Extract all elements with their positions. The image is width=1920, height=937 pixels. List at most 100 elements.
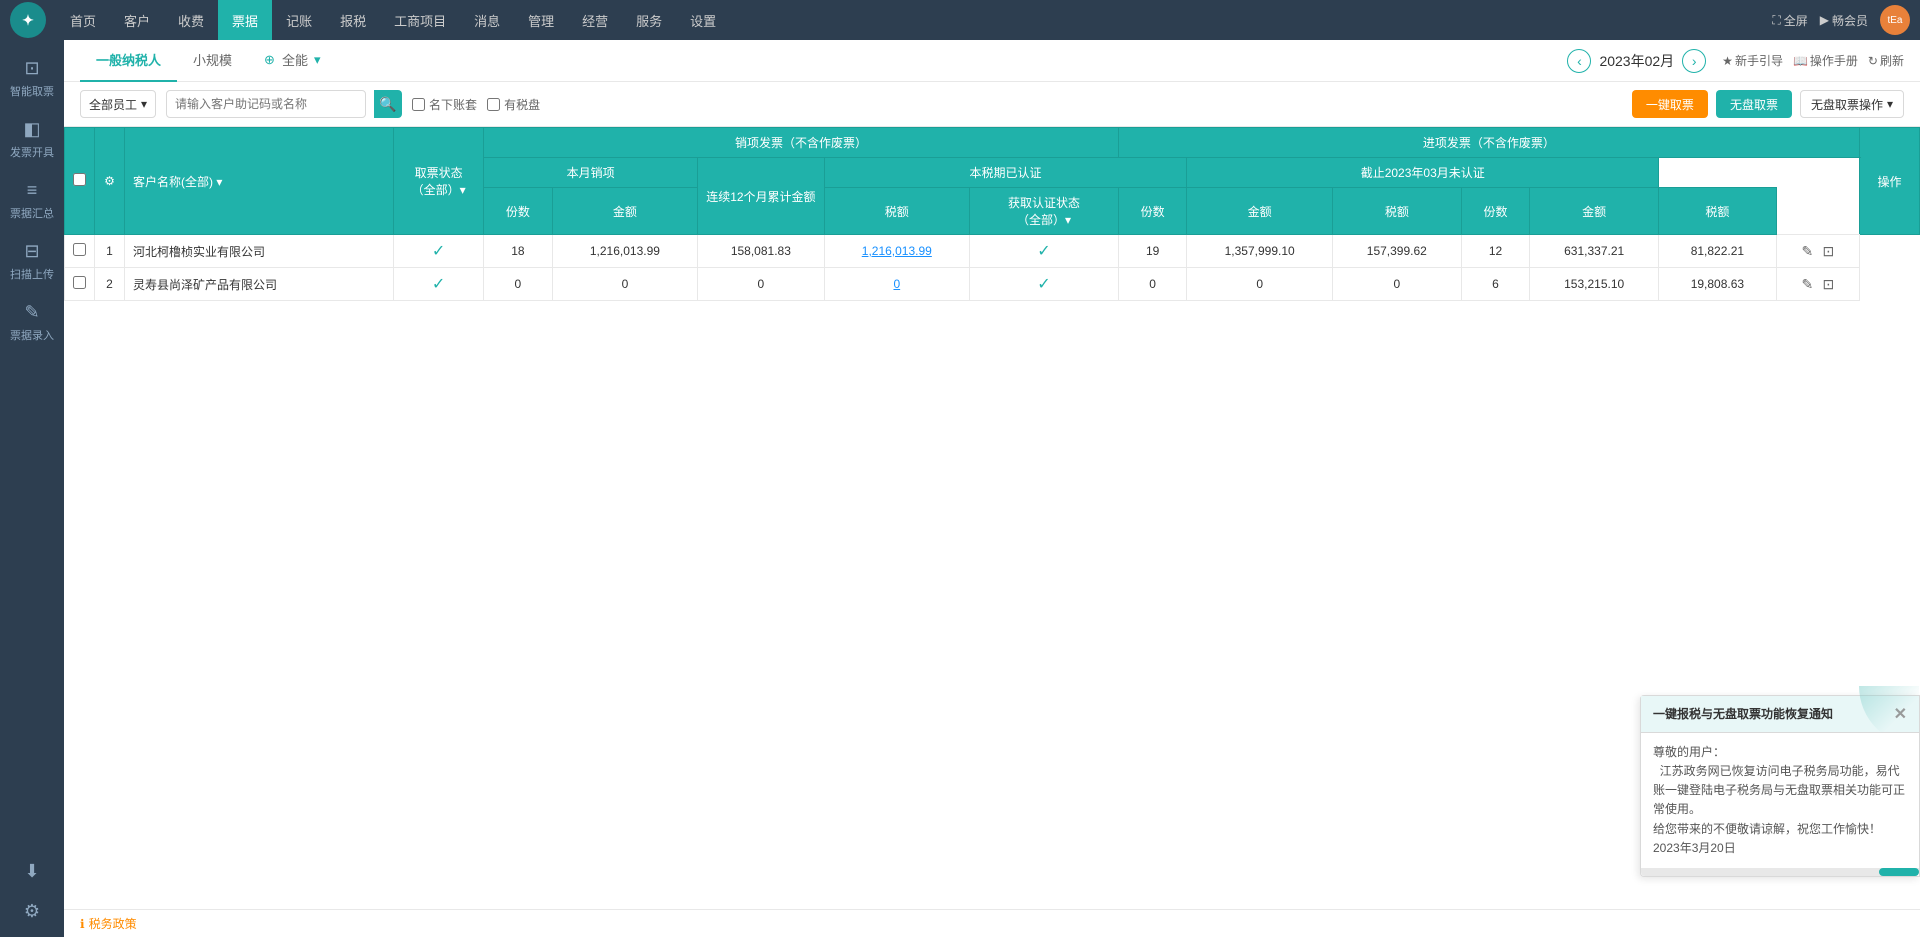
invoice-entry-icon: ✎ xyxy=(24,302,39,323)
search-button[interactable]: 🔍 xyxy=(374,90,402,118)
fullscreen-button[interactable]: ⛶ 全屏 xyxy=(1772,12,1807,29)
fetch-status-header: 取票状态（全部）▾ xyxy=(394,128,484,235)
cert-amount-cell: 1,357,999.10 xyxy=(1187,235,1333,268)
nav-manage[interactable]: 管理 xyxy=(514,0,568,40)
cert-tax-header: 税额 xyxy=(1332,188,1461,235)
nav-service[interactable]: 服务 xyxy=(622,0,676,40)
search-input-wrapper xyxy=(166,90,366,118)
row-checkbox[interactable] xyxy=(65,268,95,301)
fetch-status-cell: ✓ xyxy=(394,268,484,301)
uncert-tax-cell: 81,822.21 xyxy=(1659,235,1777,268)
checkbox-own-accounts[interactable]: 名下账套 xyxy=(412,96,477,113)
current-date: 2023年02月 xyxy=(1599,51,1674,71)
table-row: 2 灵寿县尚泽矿产品有限公司 ✓ 0 0 0 0 ✓ 0 0 0 6 153,2… xyxy=(65,268,1920,301)
cumulative-cell: 1,216,013.99 xyxy=(824,235,970,268)
checkbox-all-header[interactable] xyxy=(65,128,95,235)
cert-amount-cell: 0 xyxy=(1187,268,1333,301)
next-month-button[interactable]: › xyxy=(1682,49,1706,73)
customer-name-cell: 河北柯橹桢实业有限公司 xyxy=(125,235,394,268)
nav-settings[interactable]: 设置 xyxy=(676,0,730,40)
new-guide-button[interactable]: ★ 新手引导 xyxy=(1722,52,1783,69)
tab-small-scale[interactable]: 小规模 xyxy=(177,40,248,82)
download-icon[interactable]: ⬇ xyxy=(16,855,48,887)
refresh-button[interactable]: ↻ 刷新 xyxy=(1868,52,1904,69)
bottom-status-bar: ℹ 税务政策 xyxy=(64,909,1920,937)
no-disk-fetch-button[interactable]: 无盘取票 xyxy=(1716,90,1792,118)
view-icon[interactable]: ⊡ xyxy=(1823,243,1835,259)
sales-amount-cell: 0 xyxy=(552,268,698,301)
cert-status-header: 获取认证状态（全部）▾ xyxy=(970,188,1119,235)
nav-invoice[interactable]: 票据 xyxy=(218,0,272,40)
nav-business[interactable]: 工商项目 xyxy=(380,0,460,40)
cert-status-cell: ✓ xyxy=(970,268,1119,301)
sales-count-header: 份数 xyxy=(484,188,553,235)
notification-title: 一键报税与无盘取票功能恢复通知 xyxy=(1653,705,1833,722)
notification-close-button[interactable]: ✕ xyxy=(1894,704,1907,724)
nav-message[interactable]: 消息 xyxy=(460,0,514,40)
sales-tax-cell: 0 xyxy=(698,268,824,301)
notification-content: 尊敬的用户： 江苏政务网已恢复访问电子税务局功能，易代账一键登陆电子税务局与无盘… xyxy=(1653,743,1907,858)
edit-icon[interactable]: ✎ xyxy=(1801,276,1813,292)
prev-month-button[interactable]: ‹ xyxy=(1567,49,1591,73)
sidebar: ⊡ 智能取票 ◧ 发票开具 ≡ 票据汇总 ⊟ 扫描上传 ✎ 票据录入 ⬇ ⚙ xyxy=(0,40,64,937)
one-key-fetch-button[interactable]: 一键取票 xyxy=(1632,90,1708,118)
tab-more-icon[interactable]: ▾ xyxy=(314,52,321,68)
uncert-tax-cell: 19,808.63 xyxy=(1659,268,1777,301)
sidebar-item-invoice-entry[interactable]: ✎ 票据录入 xyxy=(4,294,60,351)
row-index: 2 xyxy=(95,268,125,301)
cumulative-subheader: 连续12个月累计金额 xyxy=(698,158,824,235)
nav-home[interactable]: 首页 xyxy=(56,0,110,40)
tab-general-taxpayer[interactable]: 一般纳税人 xyxy=(80,40,177,82)
edit-icon[interactable]: ✎ xyxy=(1801,243,1813,259)
filter-bar: 全部员工 ▾ 🔍 名下账套 有税盘 一键取票 无盘取票 无盘取票操作 ▾ xyxy=(64,82,1920,127)
uncert-count-cell: 6 xyxy=(1461,268,1530,301)
checkbox-has-tax-disk[interactable]: 有税盘 xyxy=(487,96,540,113)
scan-upload-icon: ⊟ xyxy=(24,241,39,262)
top-navigation: ✦ 首页 客户 收费 票据 记账 报税 工商项目 消息 管理 经营 服务 设置 … xyxy=(0,0,1920,40)
sidebar-item-invoice-summary[interactable]: ≡ 票据汇总 xyxy=(4,172,60,229)
uncert-tax-header: 税额 xyxy=(1659,188,1777,235)
notification-header: 一键报税与无盘取票功能恢复通知 ✕ xyxy=(1641,696,1919,733)
sidebar-item-scan-upload[interactable]: ⊟ 扫描上传 xyxy=(4,233,60,290)
notification-scrollbar-thumb xyxy=(1879,868,1919,876)
notification-body: 尊敬的用户： 江苏政务网已恢复访问电子税务局功能，易代账一键登陆电子税务局与无盘… xyxy=(1641,733,1919,868)
cert-count-header: 份数 xyxy=(1118,188,1187,235)
cert-tax-cell: 0 xyxy=(1332,268,1461,301)
action-header: 操作 xyxy=(1860,128,1920,235)
cert-count-cell: 19 xyxy=(1118,235,1187,268)
search-input[interactable] xyxy=(175,97,335,111)
sales-amount-cell: 1,216,013.99 xyxy=(552,235,698,268)
no-disk-actions-button[interactable]: 无盘取票操作 ▾ xyxy=(1800,90,1904,118)
tax-policy-link[interactable]: 税务政策 xyxy=(89,915,137,932)
notification-scrollbar[interactable] xyxy=(1641,868,1919,876)
sidebar-item-smart-fetch[interactable]: ⊡ 智能取票 xyxy=(4,50,60,107)
nav-customer[interactable]: 客户 xyxy=(110,0,164,40)
select-all-checkbox[interactable] xyxy=(73,173,86,186)
nav-accounting[interactable]: 记账 xyxy=(272,0,326,40)
cert-amount-header: 金额 xyxy=(1187,188,1333,235)
cert-count-cell: 0 xyxy=(1118,268,1187,301)
nav-operate[interactable]: 经营 xyxy=(568,0,622,40)
tax-policy-icon: ℹ xyxy=(80,917,85,931)
invoice-summary-icon: ≡ xyxy=(27,180,38,201)
all-capability-icon: ⊕ xyxy=(264,52,275,68)
manual-button[interactable]: 📖 操作手册 xyxy=(1793,52,1858,69)
uncert-amount-cell: 631,337.21 xyxy=(1530,235,1659,268)
avatar[interactable]: tEa xyxy=(1880,5,1910,35)
nav-fee[interactable]: 收费 xyxy=(164,0,218,40)
tab-all-capability[interactable]: ⊕ 全能 ▾ xyxy=(248,40,336,82)
uncert-count-cell: 12 xyxy=(1461,235,1530,268)
action-cell: ✎ ⊡ xyxy=(1776,235,1859,268)
row-checkbox[interactable] xyxy=(65,235,95,268)
sales-tax-header: 税额 xyxy=(824,188,970,235)
settings-icon[interactable]: ⚙ xyxy=(16,895,48,927)
view-icon[interactable]: ⊡ xyxy=(1823,276,1835,292)
sidebar-bottom: ⬇ ⚙ xyxy=(16,855,48,937)
smart-fetch-icon: ⊡ xyxy=(24,58,39,79)
vip-button[interactable]: ▶ 畅会员 xyxy=(1820,12,1868,29)
input-invoice-group-header: 进项发票（不含作废票） xyxy=(1118,128,1859,158)
action-cell: ✎ ⊡ xyxy=(1776,268,1859,301)
nav-tax[interactable]: 报税 xyxy=(326,0,380,40)
employee-select[interactable]: 全部员工 ▾ xyxy=(80,90,156,118)
sidebar-item-invoice-open[interactable]: ◧ 发票开具 xyxy=(4,111,60,168)
